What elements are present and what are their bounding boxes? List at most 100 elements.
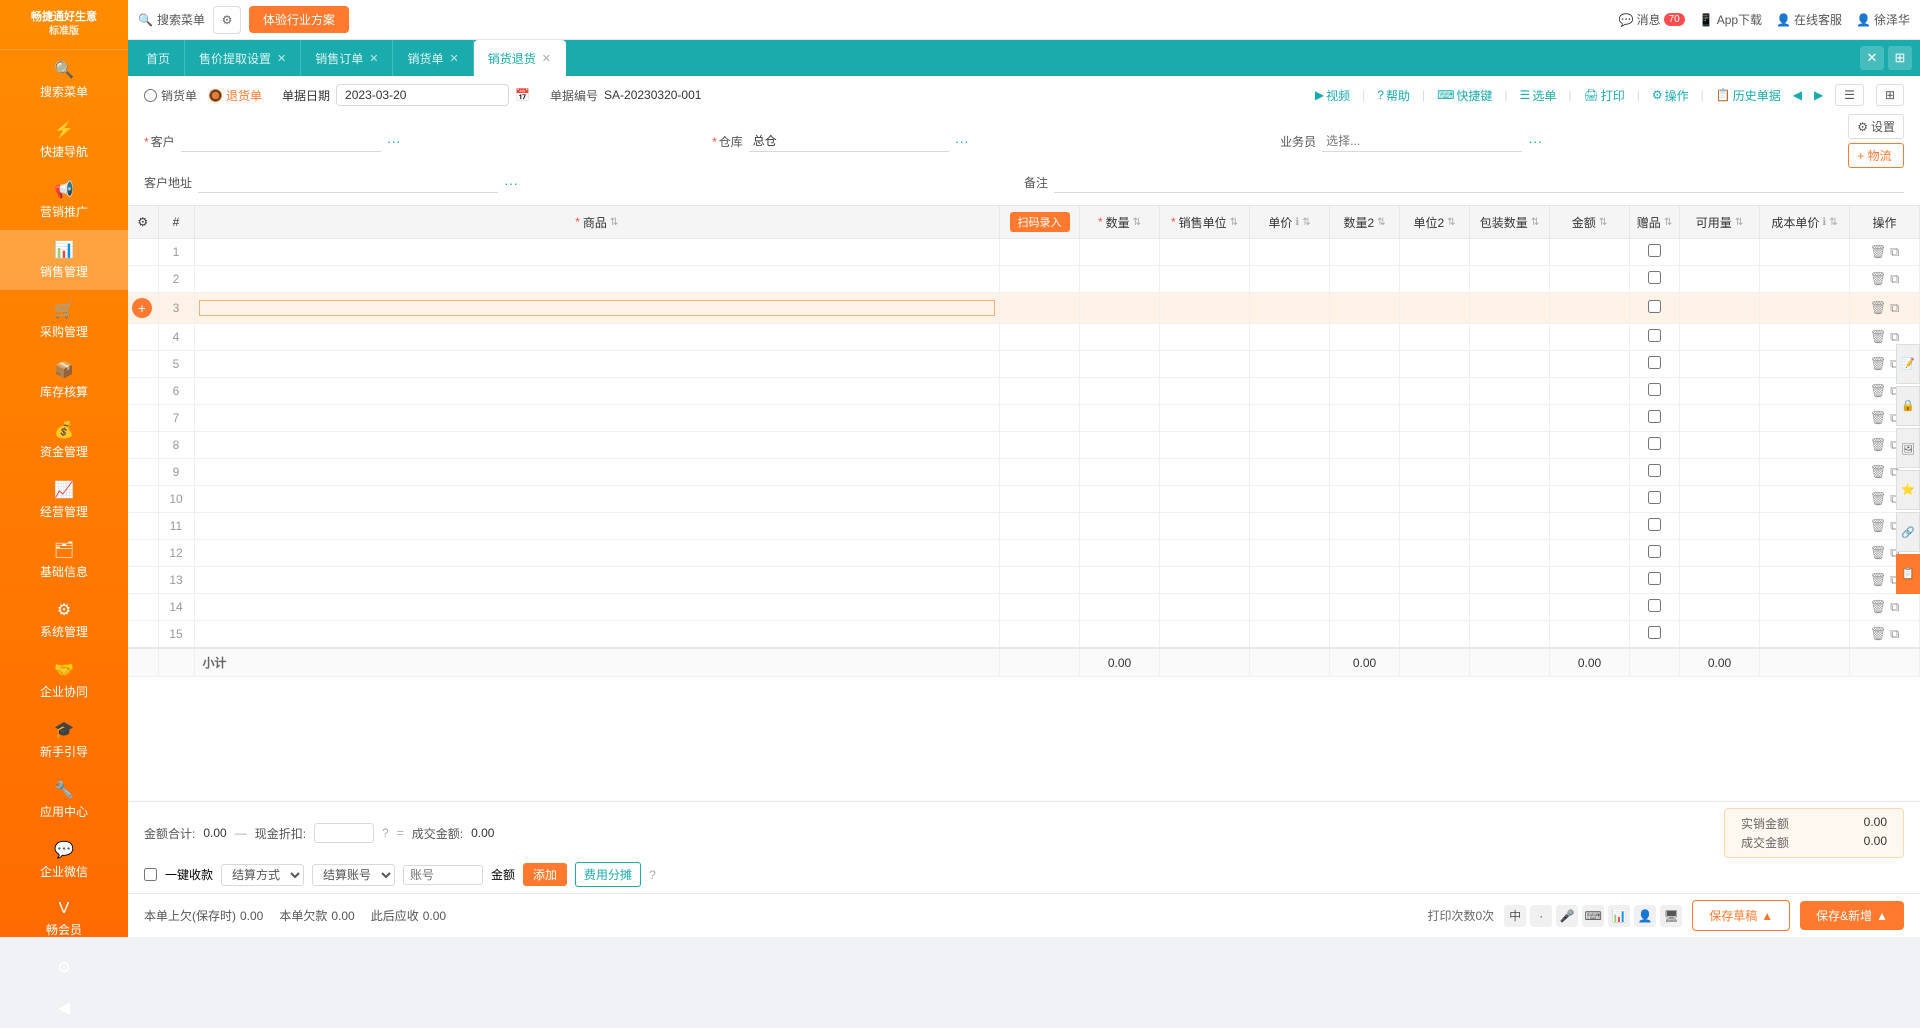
unit-input[interactable]	[1164, 245, 1245, 259]
gift-checkbox[interactable]	[1648, 244, 1661, 257]
save-new-btn[interactable]: 保存&新增 ▲	[1800, 901, 1904, 930]
customer-picker-btn[interactable]: ···	[387, 133, 401, 149]
delete-row-btn[interactable]: 🗑	[1870, 356, 1887, 372]
right-tool-active[interactable]: 📋	[1896, 554, 1920, 594]
gift-checkbox[interactable]	[1648, 518, 1661, 531]
tool-icon-7[interactable]: 🖥	[1660, 905, 1682, 927]
form-view-btn[interactable]: ⊞	[1876, 84, 1904, 106]
summary-method-select[interactable]: 结算账号	[312, 864, 395, 886]
right-tool-link[interactable]: 🔗	[1896, 512, 1920, 552]
user-profile-btn[interactable]: 👤 徐泽华	[1856, 11, 1910, 28]
delete-row-btn[interactable]: 🗑	[1870, 491, 1887, 507]
tool-icon-6[interactable]: 👤	[1634, 905, 1656, 927]
product-input-active[interactable]	[199, 300, 996, 316]
operation-btn[interactable]: ⚙ 操作	[1652, 87, 1689, 104]
tool-icon-1[interactable]: 中	[1504, 905, 1526, 927]
tool-icon-5[interactable]: 📊	[1608, 905, 1630, 927]
sidebar-item-member[interactable]: V 畅会员	[0, 890, 128, 948]
sidebar-item-system[interactable]: ⚙ 系统管理	[0, 590, 128, 650]
qty-cell[interactable]	[1080, 239, 1160, 266]
tab-close-all-btn[interactable]: ✕	[1860, 46, 1884, 70]
fee-split-btn[interactable]: 费用分摊	[575, 862, 641, 887]
tab-sales-order[interactable]: 销售订单 ✕	[301, 40, 393, 76]
online-service-btn[interactable]: 👤 在线客服	[1776, 11, 1842, 28]
select-btn[interactable]: ☰ 选单	[1520, 87, 1557, 104]
sidebar-item-appstore[interactable]: 🔧 应用中心	[0, 770, 128, 830]
search-menu[interactable]: 🔍 搜索菜单	[138, 11, 205, 28]
delete-row-btn[interactable]: 🗑	[1870, 271, 1887, 287]
print-btn[interactable]: 🖨 打印	[1583, 87, 1624, 104]
gift-checkbox[interactable]	[1648, 572, 1661, 585]
tool-icon-3[interactable]: 🎤	[1556, 905, 1578, 927]
warehouse-input[interactable]	[749, 131, 949, 152]
sidebar-item-basic-info[interactable]: 🗂 基础信息	[0, 530, 128, 590]
gift-checkbox[interactable]	[1648, 599, 1661, 612]
sidebar-item-operations[interactable]: 📈 经营管理	[0, 470, 128, 530]
gift-checkbox[interactable]	[1648, 329, 1661, 342]
copy-row-btn[interactable]: ⧉	[1890, 626, 1899, 642]
calc-method-select[interactable]: 结算方式	[221, 864, 304, 886]
list-view-btn[interactable]: ☰	[1835, 84, 1864, 106]
sidebar-item-quick-nav[interactable]: ⚡ 快捷导航	[0, 110, 128, 170]
radio-return-label[interactable]: 退货单	[209, 87, 262, 104]
price-cell[interactable]	[1250, 239, 1330, 266]
shortcut-btn[interactable]: ⌨ 快捷键	[1437, 87, 1492, 104]
warehouse-picker-btn[interactable]: ···	[955, 133, 969, 149]
right-tool-notes[interactable]: 📝	[1896, 344, 1920, 384]
tool-icon-2[interactable]: ·	[1530, 905, 1552, 927]
delete-row-btn[interactable]: 🗑	[1870, 464, 1887, 480]
delete-row-btn[interactable]: 🗑	[1870, 518, 1887, 534]
column-settings-btn[interactable]: ⚙ 设置	[1848, 114, 1904, 139]
radio-sale-label[interactable]: 销货单	[144, 87, 197, 104]
gift-checkbox[interactable]	[1648, 437, 1661, 450]
message-btn[interactable]: 💬 消息 70	[1619, 11, 1685, 28]
add-fee-btn[interactable]: 添加	[523, 863, 567, 886]
discount-input[interactable]	[314, 823, 374, 843]
prev-history-btn[interactable]: ◀	[1793, 88, 1802, 102]
delete-row-btn[interactable]: 🗑	[1870, 383, 1887, 399]
delete-row-btn[interactable]: 🗑	[1870, 410, 1887, 426]
sidebar-settings-btn[interactable]: ⚙	[0, 948, 128, 988]
product-input[interactable]	[199, 272, 996, 286]
customer-input[interactable]	[181, 131, 381, 152]
sidebar-item-sales[interactable]: 📊 销售管理	[0, 230, 128, 290]
right-tool-star[interactable]: ⭐	[1896, 470, 1920, 510]
history-btn[interactable]: 📋 历史单据	[1716, 87, 1781, 104]
qty-input[interactable]	[1084, 245, 1155, 259]
sidebar-item-inventory[interactable]: 📦 库存核算	[0, 350, 128, 410]
app-download-btn[interactable]: 📱 App下载	[1699, 11, 1762, 28]
copy-row-btn[interactable]: ⧉	[1890, 300, 1899, 316]
tab-sales[interactable]: 销货单 ✕	[393, 40, 473, 76]
tab-home[interactable]: 首页	[132, 40, 185, 76]
sidebar-item-search[interactable]: 🔍 搜索菜单	[0, 50, 128, 110]
gift-checkbox[interactable]	[1648, 271, 1661, 284]
delete-row-btn[interactable]: 🗑	[1870, 329, 1887, 345]
gift-checkbox[interactable]	[1648, 626, 1661, 639]
gear-icon[interactable]: ⚙	[137, 215, 148, 229]
sidebar-item-collab[interactable]: 🤝 企业协同	[0, 650, 128, 710]
salesperson-picker-btn[interactable]: ···	[1528, 133, 1542, 149]
gift-checkbox[interactable]	[1648, 545, 1661, 558]
sidebar-collapse-btn[interactable]: ◀	[0, 988, 128, 1028]
tab-close-icon[interactable]: ✕	[369, 52, 378, 65]
gift-checkbox[interactable]	[1648, 464, 1661, 477]
sidebar-item-marketing[interactable]: 📢 营销推广	[0, 170, 128, 230]
tab-grid-btn[interactable]: ⊞	[1888, 46, 1912, 70]
right-tool-lock[interactable]: 🔒	[1896, 386, 1920, 426]
radio-return[interactable]	[209, 89, 222, 102]
gift-checkbox[interactable]	[1648, 356, 1661, 369]
gift-checkbox[interactable]	[1648, 300, 1661, 313]
price-input[interactable]	[1254, 245, 1325, 259]
topbar-settings-btn[interactable]: ⚙	[213, 6, 241, 34]
tab-price-settings[interactable]: 售价提取设置 ✕	[185, 40, 301, 76]
address-picker-btn[interactable]: ···	[504, 175, 518, 191]
help-btn[interactable]: ? 帮助	[1377, 87, 1410, 104]
right-tool-img[interactable]: 🖼	[1896, 428, 1920, 468]
sidebar-item-guide[interactable]: 🎓 新手引导	[0, 710, 128, 770]
delete-row-btn[interactable]: 🗑	[1870, 572, 1887, 588]
product-cell[interactable]	[194, 239, 1000, 266]
copy-row-btn[interactable]: ⧉	[1890, 599, 1899, 615]
copy-row-btn[interactable]: ⧉	[1890, 244, 1899, 260]
radio-sale[interactable]	[144, 89, 157, 102]
calendar-icon[interactable]: 📅	[515, 88, 530, 102]
